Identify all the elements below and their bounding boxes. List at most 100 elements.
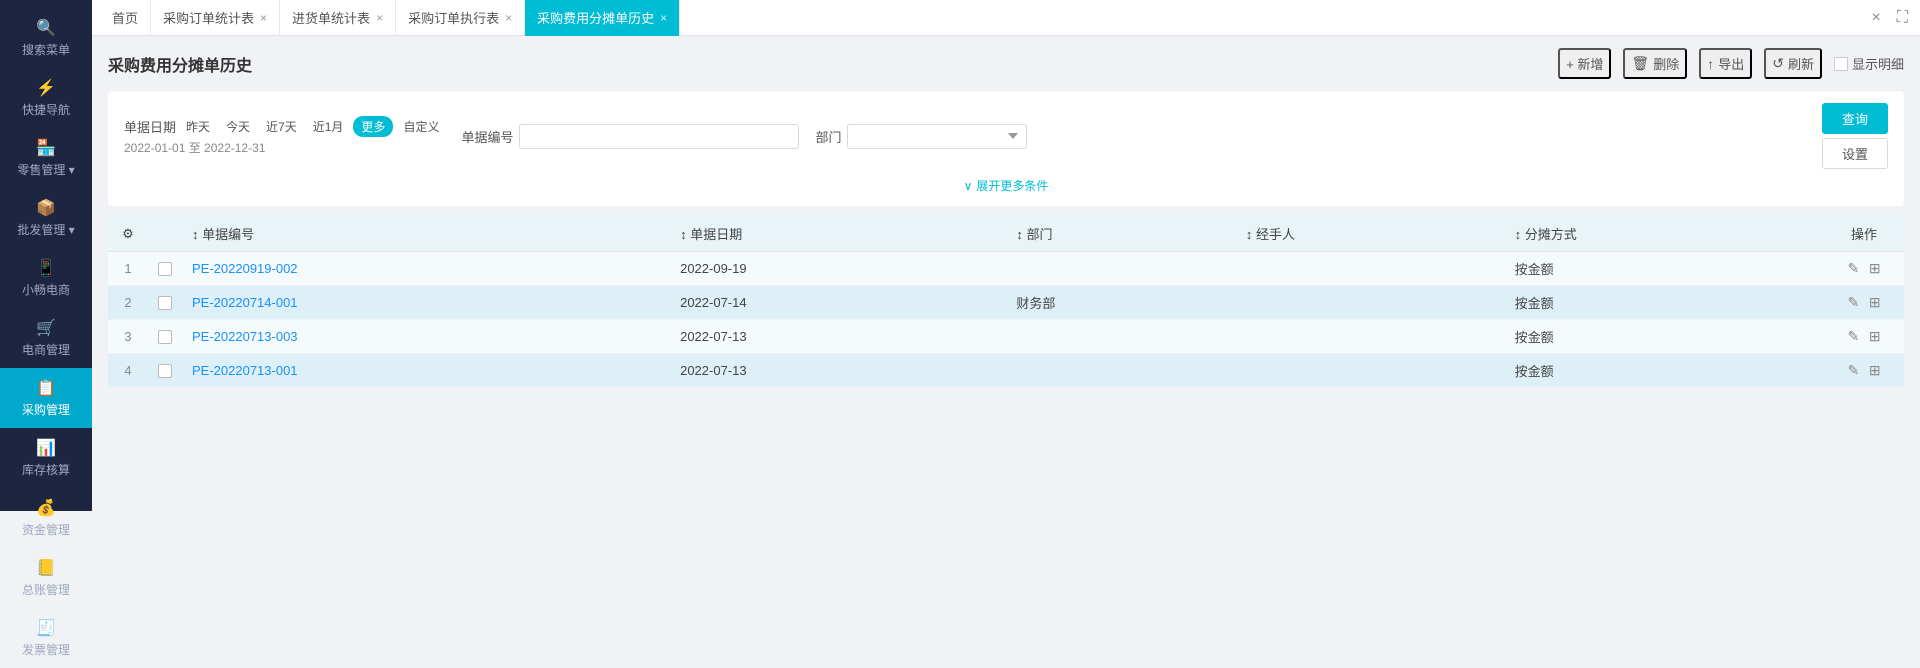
row-check-4[interactable] [148, 354, 182, 388]
tab-purchase-order-stat[interactable]: 采购订单统计表 × [151, 0, 280, 36]
tab-close-purchase-cost-split[interactable]: × [660, 11, 667, 25]
sidebar-item-ecommerce[interactable]: 🛒电商管理 [0, 308, 92, 368]
col-dept: ↕ 部门 [1006, 216, 1235, 252]
tab-home[interactable]: 首页 [100, 0, 151, 36]
today-btn[interactable]: 今天 [220, 116, 256, 137]
show-columns-checkbox [1834, 57, 1848, 71]
doc-link-2[interactable]: PE-20220714-001 [192, 295, 298, 310]
edit-icon-1[interactable]: ✎ [1847, 260, 1859, 276]
refresh-button[interactable]: ↺ 刷新 [1764, 48, 1822, 79]
tab-purchase-order-exec[interactable]: 采购订单执行表× [396, 0, 525, 36]
page-title: 采购费用分摊单历史 [108, 52, 252, 76]
yesterday-btn[interactable]: 昨天 [180, 116, 216, 137]
sidebar-item-quick[interactable]: ⚡快捷导航 [0, 68, 92, 128]
col-doc-date: ↕ 单据日期 [670, 216, 1006, 252]
query-button[interactable]: 查询 [1822, 103, 1888, 134]
col-handler: ↕ 经手人 [1236, 216, 1505, 252]
show-columns-toggle[interactable]: 显示明细 [1834, 54, 1904, 73]
edit-icon-4[interactable]: ✎ [1847, 362, 1859, 378]
wholesale-icon: 📦 [0, 198, 92, 218]
row-check-1[interactable] [148, 252, 182, 286]
sidebar: 🔍搜索菜单⚡快捷导航🏪零售管理 ▾📦批发管理 ▾📱小畅电商🛒电商管理📋采购管理📊… [0, 0, 92, 511]
doc-link-3[interactable]: PE-20220713-003 [192, 329, 298, 344]
tab-close-purchase-order-exec[interactable]: × [505, 11, 512, 25]
finance-icon: 💰 [0, 498, 92, 518]
table-row: 2 PE-20220714-001 2022-07-14 财务部 按金额 ✎ ⊞ [108, 286, 1904, 320]
purchase-icon: 📋 [0, 378, 92, 398]
row-check-2[interactable] [148, 286, 182, 320]
more-date-btn[interactable]: 更多 [353, 116, 393, 137]
row-op-2: ✎ ⊞ [1824, 286, 1904, 320]
tab-purchase-cost-split[interactable]: 采购费用分摊单历史 × [525, 0, 680, 36]
col-checkbox [148, 216, 182, 252]
col-settings[interactable]: ⚙ [108, 216, 148, 252]
setting-button[interactable]: 设置 [1822, 138, 1888, 169]
invoice-icon: 🧾 [0, 618, 92, 638]
row-dept-3 [1006, 320, 1235, 354]
row-op-3: ✎ ⊞ [1824, 320, 1904, 354]
date-filter: 单据日期 昨天 今天 近7天 近1月 更多 自定义 2022-01-01 至 2… [124, 116, 445, 156]
sidebar-item-retail[interactable]: 🏪零售管理 ▾ [0, 128, 92, 188]
sidebar-item-invoice[interactable]: 🧾发票管理 [0, 608, 92, 668]
tab-close-purchase-order-stat[interactable]: × [260, 11, 267, 25]
detail-icon-2[interactable]: ⊞ [1869, 294, 1881, 310]
miniapp-icon: 📱 [0, 258, 92, 278]
detail-icon-4[interactable]: ⊞ [1869, 362, 1881, 378]
last7days-btn[interactable]: 近7天 [260, 116, 303, 137]
delete-button[interactable]: 🗑 删除 [1623, 48, 1687, 79]
row-checkbox-4[interactable] [158, 364, 172, 378]
sidebar-item-wholesale[interactable]: 📦批发管理 ▾ [0, 188, 92, 248]
filter-row: 单据日期 昨天 今天 近7天 近1月 更多 自定义 2022-01-01 至 2… [124, 103, 1888, 169]
row-dept-4 [1006, 354, 1235, 388]
sidebar-item-inventory[interactable]: 📊库存核算 [0, 428, 92, 488]
row-num-4: 4 [108, 354, 148, 388]
col-op: 操作 [1824, 216, 1904, 252]
add-button[interactable]: + 新增 [1558, 48, 1611, 79]
dept-select[interactable] [847, 124, 1027, 149]
edit-icon-3[interactable]: ✎ [1847, 328, 1859, 344]
retail-icon: 🏪 [0, 138, 92, 158]
row-doc-date-1: 2022-09-19 [670, 252, 1006, 286]
detail-icon-1[interactable]: ⊞ [1869, 260, 1881, 276]
table-row: 4 PE-20220713-001 2022-07-13 按金额 ✎ ⊞ [108, 354, 1904, 388]
doc-link-4[interactable]: PE-20220713-001 [192, 363, 298, 378]
sidebar-item-finance[interactable]: 💰资金管理 [0, 488, 92, 548]
doc-no-input[interactable] [519, 124, 799, 149]
detail-icon-3[interactable]: ⊞ [1869, 328, 1881, 344]
doc-no-label: 单据编号 [461, 127, 513, 146]
row-handler-4 [1236, 354, 1505, 388]
edit-icon-2[interactable]: ✎ [1847, 294, 1859, 310]
export-button[interactable]: ↑ 导出 [1699, 48, 1752, 79]
sidebar-item-search[interactable]: 🔍搜索菜单 [0, 8, 92, 68]
refresh-icon: ↺ [1772, 55, 1784, 72]
row-checkbox-1[interactable] [158, 262, 172, 276]
row-doc-date-4: 2022-07-13 [670, 354, 1006, 388]
sidebar-item-purchase[interactable]: 📋采购管理 [0, 368, 92, 428]
sidebar-item-ledger[interactable]: 📒总账管理 [0, 548, 92, 608]
tab-purchase-incoming-stat[interactable]: 进货单统计表× [280, 0, 396, 36]
row-check-3[interactable] [148, 320, 182, 354]
row-checkbox-2[interactable] [158, 296, 172, 310]
expand-more-btn[interactable]: ∨ 展开更多条件 [964, 177, 1049, 194]
row-dept-2: 财务部 [1006, 286, 1235, 320]
row-split-method-1: 按金额 [1505, 252, 1824, 286]
sidebar-item-miniapp[interactable]: 📱小畅电商 [0, 248, 92, 308]
row-handler-2 [1236, 286, 1505, 320]
row-handler-3 [1236, 320, 1505, 354]
ecommerce-icon: 🛒 [0, 318, 92, 338]
last1month-btn[interactable]: 近1月 [307, 116, 350, 137]
doc-link-1[interactable]: PE-20220919-002 [192, 261, 298, 276]
page-content: 采购费用分摊单历史 + 新增 🗑 删除 ↑ 导出 ↺ 刷新 显示明细 [92, 36, 1920, 511]
close-window-icon[interactable]: × [1867, 7, 1884, 29]
fullscreen-icon[interactable]: ⛶ [1893, 7, 1912, 29]
date-filter-col: 单据日期 昨天 今天 近7天 近1月 更多 自定义 2022-01-01 至 2… [124, 116, 445, 156]
row-checkbox-3[interactable] [158, 330, 172, 344]
tab-label-purchase-order-stat: 采购订单统计表 [163, 8, 254, 27]
main-area: 首页采购订单统计表×进货单统计表×采购订单执行表×采购费用分摊单历史× × ⛶ … [92, 0, 1920, 511]
custom-date-btn[interactable]: 自定义 [397, 116, 445, 137]
tab-close-purchase-incoming-stat[interactable]: × [376, 11, 383, 25]
page-header: 采购费用分摊单历史 + 新增 🗑 删除 ↑ 导出 ↺ 刷新 显示明细 [108, 48, 1904, 79]
row-doc-no-3: PE-20220713-003 [182, 320, 670, 354]
tab-label-purchase-cost-split: 采购费用分摊单历史 [537, 8, 654, 27]
inventory-icon: 📊 [0, 438, 92, 458]
